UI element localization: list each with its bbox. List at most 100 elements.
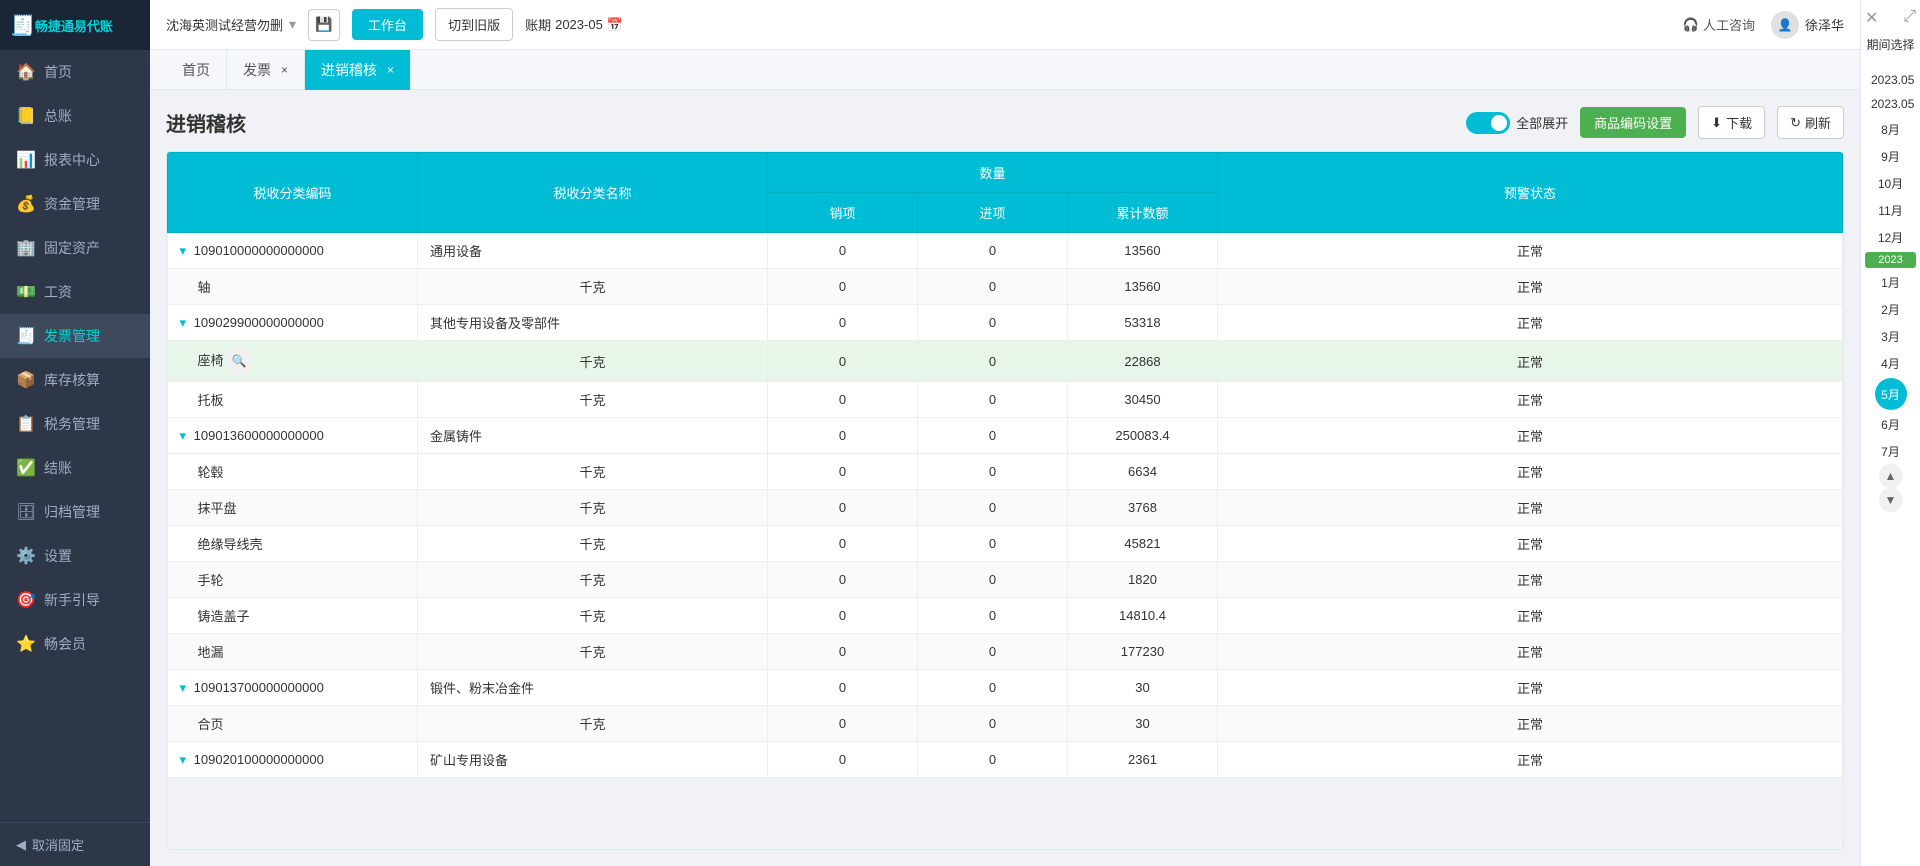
item-sales-cell: 0 <box>768 454 918 490</box>
period-item[interactable]: 5月 <box>1875 378 1907 410</box>
item-unit-cell: 千克 <box>418 269 768 305</box>
logo-text: 畅捷通易代账 <box>35 16 113 35</box>
period-item[interactable]: 9月 <box>1865 144 1916 169</box>
sidebar-item-member[interactable]: ⭐ 畅会员 <box>0 622 150 666</box>
tax-code-cell: ▾ 109013600000000000 <box>168 418 418 454</box>
sidebar-footer[interactable]: ◀ 取消固定 <box>0 822 150 866</box>
tab-reconcile-close[interactable]: × <box>387 63 394 77</box>
tax-code-value: 109029900000000000 <box>194 315 324 330</box>
tab-invoice-close[interactable]: × <box>281 63 288 77</box>
expand-icon[interactable]: ▾ <box>180 752 187 767</box>
sales-cell: 0 <box>768 233 918 269</box>
period-item[interactable]: 2月 <box>1865 297 1916 322</box>
item-status-cell: 正常 <box>1218 634 1843 670</box>
save-button[interactable]: 💾 <box>308 9 340 41</box>
tab-invoice[interactable]: 发票 × <box>227 50 305 90</box>
tax-code-value: 109010000000000000 <box>194 243 324 258</box>
item-unit-cell: 千克 <box>418 526 768 562</box>
refresh-button[interactable]: ↻ 刷新 <box>1777 106 1844 139</box>
reports-icon: 📊 <box>16 150 36 170</box>
table-row: 手轮 千克 0 0 1820 正常 <box>168 562 1843 598</box>
item-purchases-cell: 0 <box>918 382 1068 418</box>
period-item[interactable]: 2023.05 <box>1865 69 1916 91</box>
period-item[interactable]: 2023.05 <box>1865 93 1916 115</box>
unpin-label: 取消固定 <box>32 835 84 854</box>
sales-cell: 0 <box>768 305 918 341</box>
period-item[interactable]: 11月 <box>1865 198 1916 223</box>
item-purchases-cell: 0 <box>918 562 1068 598</box>
toggle-all-switch[interactable] <box>1466 112 1510 134</box>
sidebar-item-guide[interactable]: 🎯 新手引导 <box>0 578 150 622</box>
period-list: 2023.052023.058月9月10月11月12月20231月2月3月4月5… <box>1865 69 1916 464</box>
tab-home[interactable]: 首页 <box>166 50 227 90</box>
tax-code-cell: ▾ 109029900000000000 <box>168 305 418 341</box>
toggle-all-control: 全部展开 <box>1466 112 1568 134</box>
home-icon: 🏠 <box>16 62 36 82</box>
sidebar-item-label: 总账 <box>44 106 72 126</box>
expand-icon[interactable]: ▾ <box>180 315 187 330</box>
support-button[interactable]: 🎧 人工咨询 <box>1683 15 1755 34</box>
tax-name-cell: 通用设备 <box>418 233 768 269</box>
expand-icon[interactable]: ▾ <box>180 680 187 695</box>
sidebar-item-invoice[interactable]: 🧾 发票管理 <box>0 314 150 358</box>
item-name-cell: 合页 <box>168 706 418 742</box>
expand-icon[interactable]: ▾ <box>180 428 187 443</box>
period-item[interactable]: 2023 <box>1865 252 1916 268</box>
download-button[interactable]: ⬇ 下载 <box>1698 106 1765 139</box>
status-cell: 正常 <box>1218 305 1843 341</box>
sidebar-item-home[interactable]: 🏠 首页 <box>0 50 150 94</box>
item-status-cell: 正常 <box>1218 598 1843 634</box>
expand-icon[interactable]: ▾ <box>180 243 187 258</box>
total-cell: 13560 <box>1068 233 1218 269</box>
scroll-down-button[interactable]: ▼ <box>1879 488 1903 512</box>
period-item[interactable]: 6月 <box>1865 412 1916 437</box>
user-info[interactable]: 👤 徐泽华 <box>1771 11 1844 39</box>
sidebar: 🧾 畅捷通易代账 🏠 首页 📒 总账 📊 报表中心 💰 资金管理 🏢 固定资产 … <box>0 0 150 866</box>
sidebar-item-fixed[interactable]: 🏢 固定资产 <box>0 226 150 270</box>
period-item[interactable]: 10月 <box>1865 171 1916 196</box>
calendar-icon[interactable]: 📅 <box>607 17 623 33</box>
product-code-button[interactable]: 商品编码设置 <box>1580 107 1686 138</box>
period-item[interactable]: 1月 <box>1865 270 1916 295</box>
scroll-up-button[interactable]: ▲ <box>1879 464 1903 488</box>
sidebar-item-label: 税务管理 <box>44 414 100 434</box>
purchases-cell: 0 <box>918 742 1068 778</box>
sidebar-item-capital[interactable]: 💰 资金管理 <box>0 182 150 226</box>
sidebar-item-ledger[interactable]: 📒 总账 <box>0 94 150 138</box>
sidebar-item-tax[interactable]: 📋 税务管理 <box>0 402 150 446</box>
col-header-quantity: 数量 <box>768 153 1218 193</box>
expand-panel-button[interactable]: ⤢ <box>1903 8 1916 32</box>
workbench-button[interactable]: 工作台 <box>352 9 423 40</box>
item-total-cell: 14810.4 <box>1068 598 1218 634</box>
sidebar-item-label: 工资 <box>44 282 72 302</box>
status-cell: 正常 <box>1218 670 1843 706</box>
period-item[interactable]: 3月 <box>1865 324 1916 349</box>
company-selector[interactable]: 沈海英测试经营勿删 ▾ <box>166 15 296 34</box>
sidebar-item-salary[interactable]: 💵 工资 <box>0 270 150 314</box>
period-item[interactable]: 4月 <box>1865 351 1916 376</box>
tab-reconcile[interactable]: 进销稽核 × <box>305 50 411 90</box>
switch-version-button[interactable]: 切到旧版 <box>435 8 513 41</box>
sidebar-item-settings[interactable]: ⚙️ 设置 <box>0 534 150 578</box>
sidebar-item-inventory[interactable]: 📦 库存核算 <box>0 358 150 402</box>
total-cell: 250083.4 <box>1068 418 1218 454</box>
search-icon[interactable]: 🔍 <box>227 349 251 373</box>
period-item[interactable]: 12月 <box>1865 225 1916 250</box>
period-item[interactable]: 7月 <box>1865 439 1916 464</box>
sidebar-item-reports[interactable]: 📊 报表中心 <box>0 138 150 182</box>
item-total-cell: 3768 <box>1068 490 1218 526</box>
topbar-right: 🎧 人工咨询 👤 徐泽华 <box>1683 11 1844 39</box>
page-title: 进销稽核 <box>166 108 246 137</box>
item-name-cell: 托板 <box>168 382 418 418</box>
item-name-cell: 轮毂 <box>168 454 418 490</box>
close-panel-button[interactable]: ✕ <box>1865 8 1878 28</box>
sidebar-item-settlement[interactable]: ✅ 结账 <box>0 446 150 490</box>
period-display: 账期 2023-05 📅 <box>525 15 623 34</box>
table-row: 地漏 千克 0 0 177230 正常 <box>168 634 1843 670</box>
sidebar-item-archive[interactable]: 🗄 归档管理 <box>0 490 150 534</box>
fixed-icon: 🏢 <box>16 238 36 258</box>
period-item[interactable]: 8月 <box>1865 117 1916 142</box>
item-total-cell: 1820 <box>1068 562 1218 598</box>
table-row: 铸造盖子 千克 0 0 14810.4 正常 <box>168 598 1843 634</box>
tax-code-cell: ▾ 109020100000000000 <box>168 742 418 778</box>
